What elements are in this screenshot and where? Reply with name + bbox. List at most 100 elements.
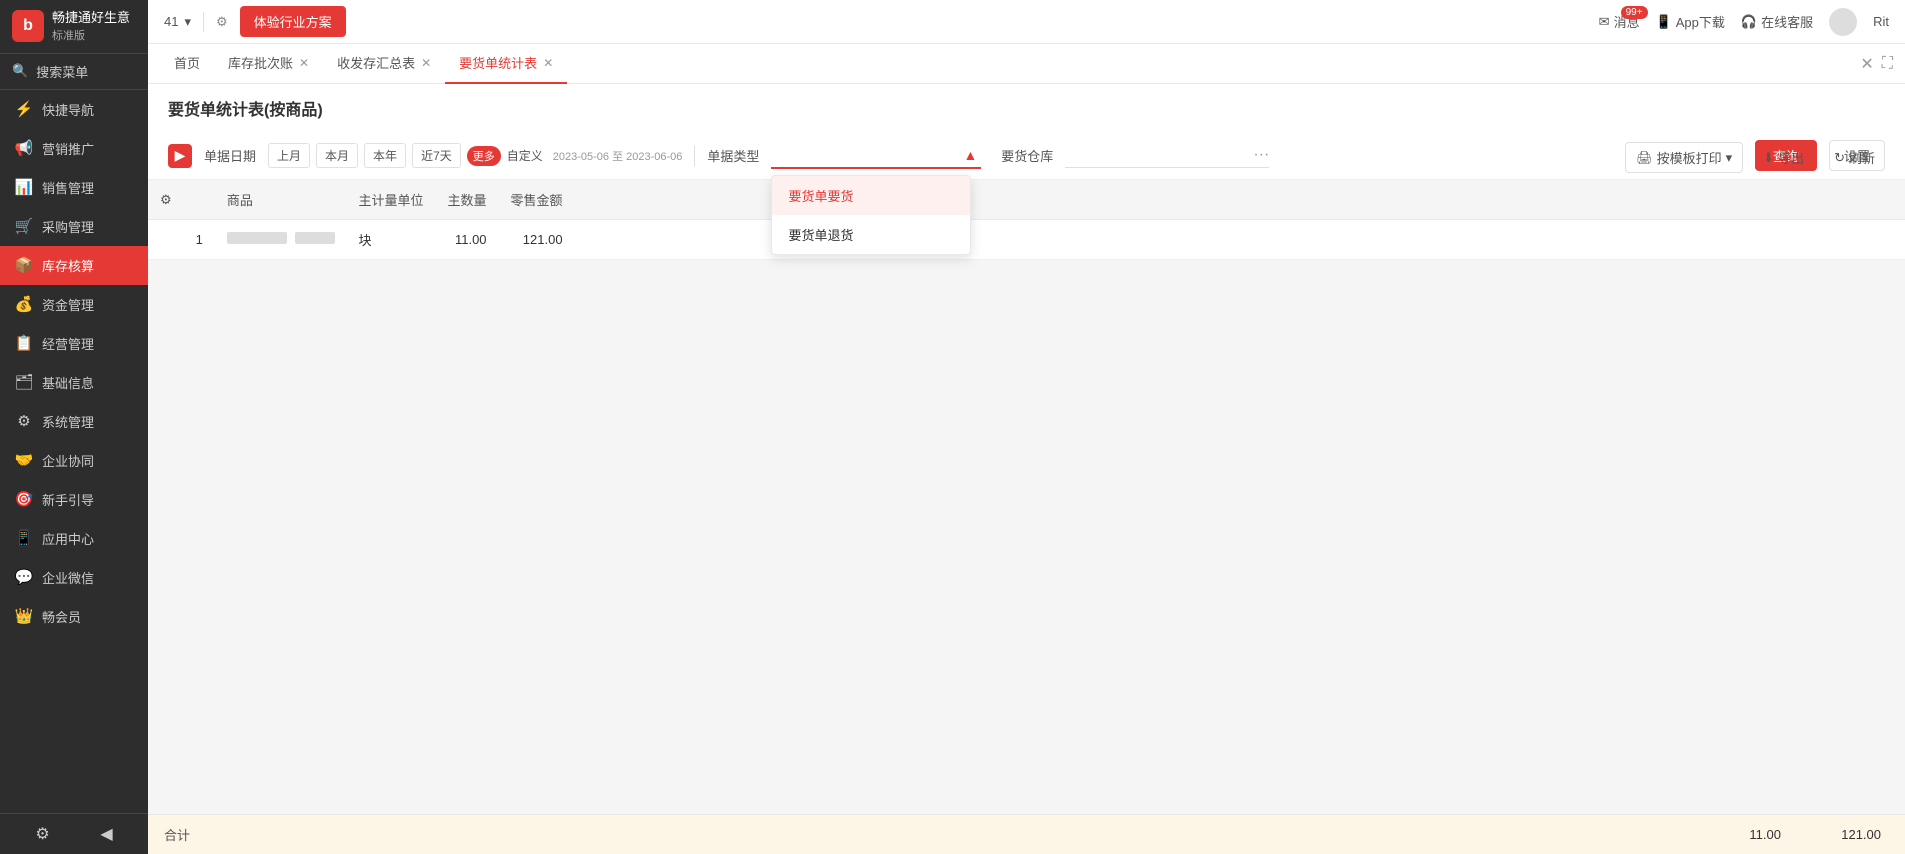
sidebar-item-inventory[interactable]: 📦 库存核算 <box>0 246 148 285</box>
logo-text-block: 畅捷通好生意 标准版 <box>52 10 130 43</box>
system-icon: ⚙ <box>14 412 34 430</box>
tab-expand-btn[interactable]: ⛶ <box>1882 55 1893 73</box>
cell-seq: 1 <box>184 220 215 260</box>
cell-product <box>215 220 347 260</box>
logo-app-name: 畅捷通好生意 <box>52 10 130 27</box>
sidebar-collapse-btn[interactable]: ◀‍ <box>100 824 112 844</box>
doc-type-input[interactable] <box>771 143 959 166</box>
sidebar-item-operations[interactable]: 📋 经营管理 <box>0 324 148 363</box>
purchase-icon: 🛒 <box>14 217 34 235</box>
date-btn-current-year[interactable]: 本年 <box>364 143 406 168</box>
warehouse-input[interactable] <box>1065 144 1253 167</box>
tabs-actions: ✕ ⛶ <box>1860 54 1893 74</box>
cell-quantity: 11.00 <box>436 220 499 260</box>
wechat-icon: 💬 <box>14 568 34 586</box>
sidebar-item-label: 采购管理 <box>42 217 94 236</box>
col-gear[interactable]: ⚙ <box>148 180 184 220</box>
sidebar-item-label: 企业协同 <box>42 451 94 470</box>
export-button[interactable]: ⬇ 导出 <box>1753 143 1814 172</box>
sidebar-item-label: 快捷导航 <box>42 100 94 119</box>
message-btn[interactable]: ✉ 消息 99+ <box>1599 12 1640 31</box>
tab-order-summary-close[interactable]: ✕ <box>543 56 553 70</box>
sidebar-item-label: 应用中心 <box>42 529 94 548</box>
sidebar-item-vip[interactable]: 👑 畅会员 <box>0 597 148 636</box>
tab-inventory-batch-close[interactable]: ✕ <box>299 56 309 70</box>
sidebar-item-wechat[interactable]: 💬 企业微信 <box>0 558 148 597</box>
message-icon: ✉ <box>1599 14 1610 30</box>
logo-version: 标准版 <box>52 27 130 43</box>
doc-type-label: 单据类型 <box>707 146 759 165</box>
online-service-btn[interactable]: 🎧 在线客服 <box>1741 12 1813 31</box>
dropdown-item-order-purchase[interactable]: 要货单要货 <box>772 176 970 215</box>
refresh-button[interactable]: ↻ 刷新 <box>1824 143 1885 172</box>
sidebar-item-guide[interactable]: 🎯 新手引导 <box>0 480 148 519</box>
table-row: 1 块 11.00 121.00 <box>148 220 1905 260</box>
app-download-label: App下载 <box>1676 12 1725 31</box>
sidebar-footer: ⚙ ◀‍ <box>0 813 148 854</box>
enterprise-icon: 🤝 <box>14 451 34 469</box>
user-avatar[interactable] <box>1829 8 1857 36</box>
store-number: 41 <box>164 14 178 29</box>
sidebar-item-sales[interactable]: 📊 销售管理 <box>0 168 148 207</box>
doc-type-dropdown: 要货单要货 要货单退货 <box>771 175 971 255</box>
date-btn-last-month[interactable]: 上月 <box>268 143 310 168</box>
cell-amount: 121.00 <box>499 220 575 260</box>
toolbar-expand-button[interactable]: ▶ <box>168 144 192 168</box>
refresh-icon: ↻ <box>1834 150 1845 166</box>
sidebar-search[interactable]: 🔍 搜索菜单 <box>0 54 148 90</box>
table-body: 1 块 11.00 121.00 <box>148 220 1905 260</box>
store-selector[interactable]: 41 ▾ <box>164 14 191 30</box>
sidebar-item-label: 基础信息 <box>42 373 94 392</box>
sidebar-item-basic[interactable]: 🗂 基础信息 <box>0 363 148 402</box>
download-icon: 📱 <box>1656 14 1672 30</box>
footer-amount: 121.00 <box>1793 827 1893 842</box>
service-label: 在线客服 <box>1761 12 1813 31</box>
cell-gear <box>148 220 184 260</box>
topbar: 41 ▾ ⚙ 体验行业方案 ✉ 消息 99+ 📱 App下载 🎧 在线客服 Ri… <box>148 0 1905 44</box>
sidebar-item-shortcut[interactable]: ⚡ 快捷导航 <box>0 90 148 129</box>
doc-type-dropdown-icon[interactable]: ▲ <box>959 143 981 167</box>
sidebar-item-apps[interactable]: 📱 应用中心 <box>0 519 148 558</box>
warehouse-more-icon[interactable]: ··· <box>1253 146 1269 164</box>
date-custom-btn[interactable]: 自定义 <box>507 147 543 164</box>
sidebar-item-purchase[interactable]: 🛒 采购管理 <box>0 207 148 246</box>
vip-icon: 👑 <box>14 607 34 625</box>
sidebar-item-label: 资金管理 <box>42 295 94 314</box>
tab-close-all-btn[interactable]: ✕ <box>1860 54 1873 74</box>
sidebar-item-label: 销售管理 <box>42 178 94 197</box>
sidebar-item-system[interactable]: ⚙ 系统管理 <box>0 402 148 441</box>
footer-quantity: 11.00 <box>1673 827 1793 842</box>
message-badge: 99+ <box>1621 6 1648 19</box>
tab-collection-summary-label: 收发存汇总表 <box>337 53 415 72</box>
finance-icon: 💰 <box>14 295 34 313</box>
sidebar-item-finance[interactable]: 💰 资金管理 <box>0 285 148 324</box>
search-icon: 🔍 <box>12 63 28 79</box>
marketing-icon: 📢 <box>14 139 34 157</box>
sidebar-item-label: 新手引导 <box>42 490 94 509</box>
tab-collection-summary[interactable]: 收发存汇总表 ✕ <box>323 44 445 84</box>
content-area: 要货单统计表(按商品) 🖨 按模板打印 ▾ ⬇ 导出 ↻ 刷新 <box>148 84 1905 854</box>
export-icon: ⬇ <box>1763 150 1774 166</box>
sidebar-search-label: 搜索菜单 <box>36 62 88 81</box>
trial-button[interactable]: 体验行业方案 <box>240 6 346 37</box>
warehouse-input-wrap: ··· <box>1065 144 1269 168</box>
date-range-display: 2023-05-06 至 2023-06-06 <box>553 148 683 164</box>
settings-gear-icon[interactable]: ⚙ <box>216 14 228 30</box>
print-button[interactable]: 🖨 按模板打印 ▾ <box>1625 142 1743 173</box>
date-btn-current-month[interactable]: 本月 <box>316 143 358 168</box>
date-btn-recent7[interactable]: 近7天 <box>412 143 461 168</box>
tab-inventory-batch[interactable]: 库存批次账 ✕ <box>214 44 323 84</box>
operations-icon: 📋 <box>14 334 34 352</box>
doc-type-input-wrap: ▲ 要货单要货 要货单退货 <box>771 143 981 169</box>
sidebar-item-marketing[interactable]: 📢 营销推广 <box>0 129 148 168</box>
print-dropdown-icon: ▾ <box>1726 150 1733 166</box>
dropdown-item-order-return[interactable]: 要货单退货 <box>772 215 970 254</box>
app-download-btn[interactable]: 📱 App下载 <box>1656 12 1725 31</box>
date-more-badge[interactable]: 更多 <box>467 146 501 166</box>
sidebar-item-enterprise[interactable]: 🤝 企业协同 <box>0 441 148 480</box>
date-filter-label: 单据日期 <box>204 146 256 165</box>
sidebar-settings-btn[interactable]: ⚙ <box>35 824 49 844</box>
tab-collection-summary-close[interactable]: ✕ <box>421 56 431 70</box>
tab-order-summary[interactable]: 要货单统计表 ✕ <box>445 44 567 84</box>
tab-home[interactable]: 首页 <box>160 44 214 84</box>
